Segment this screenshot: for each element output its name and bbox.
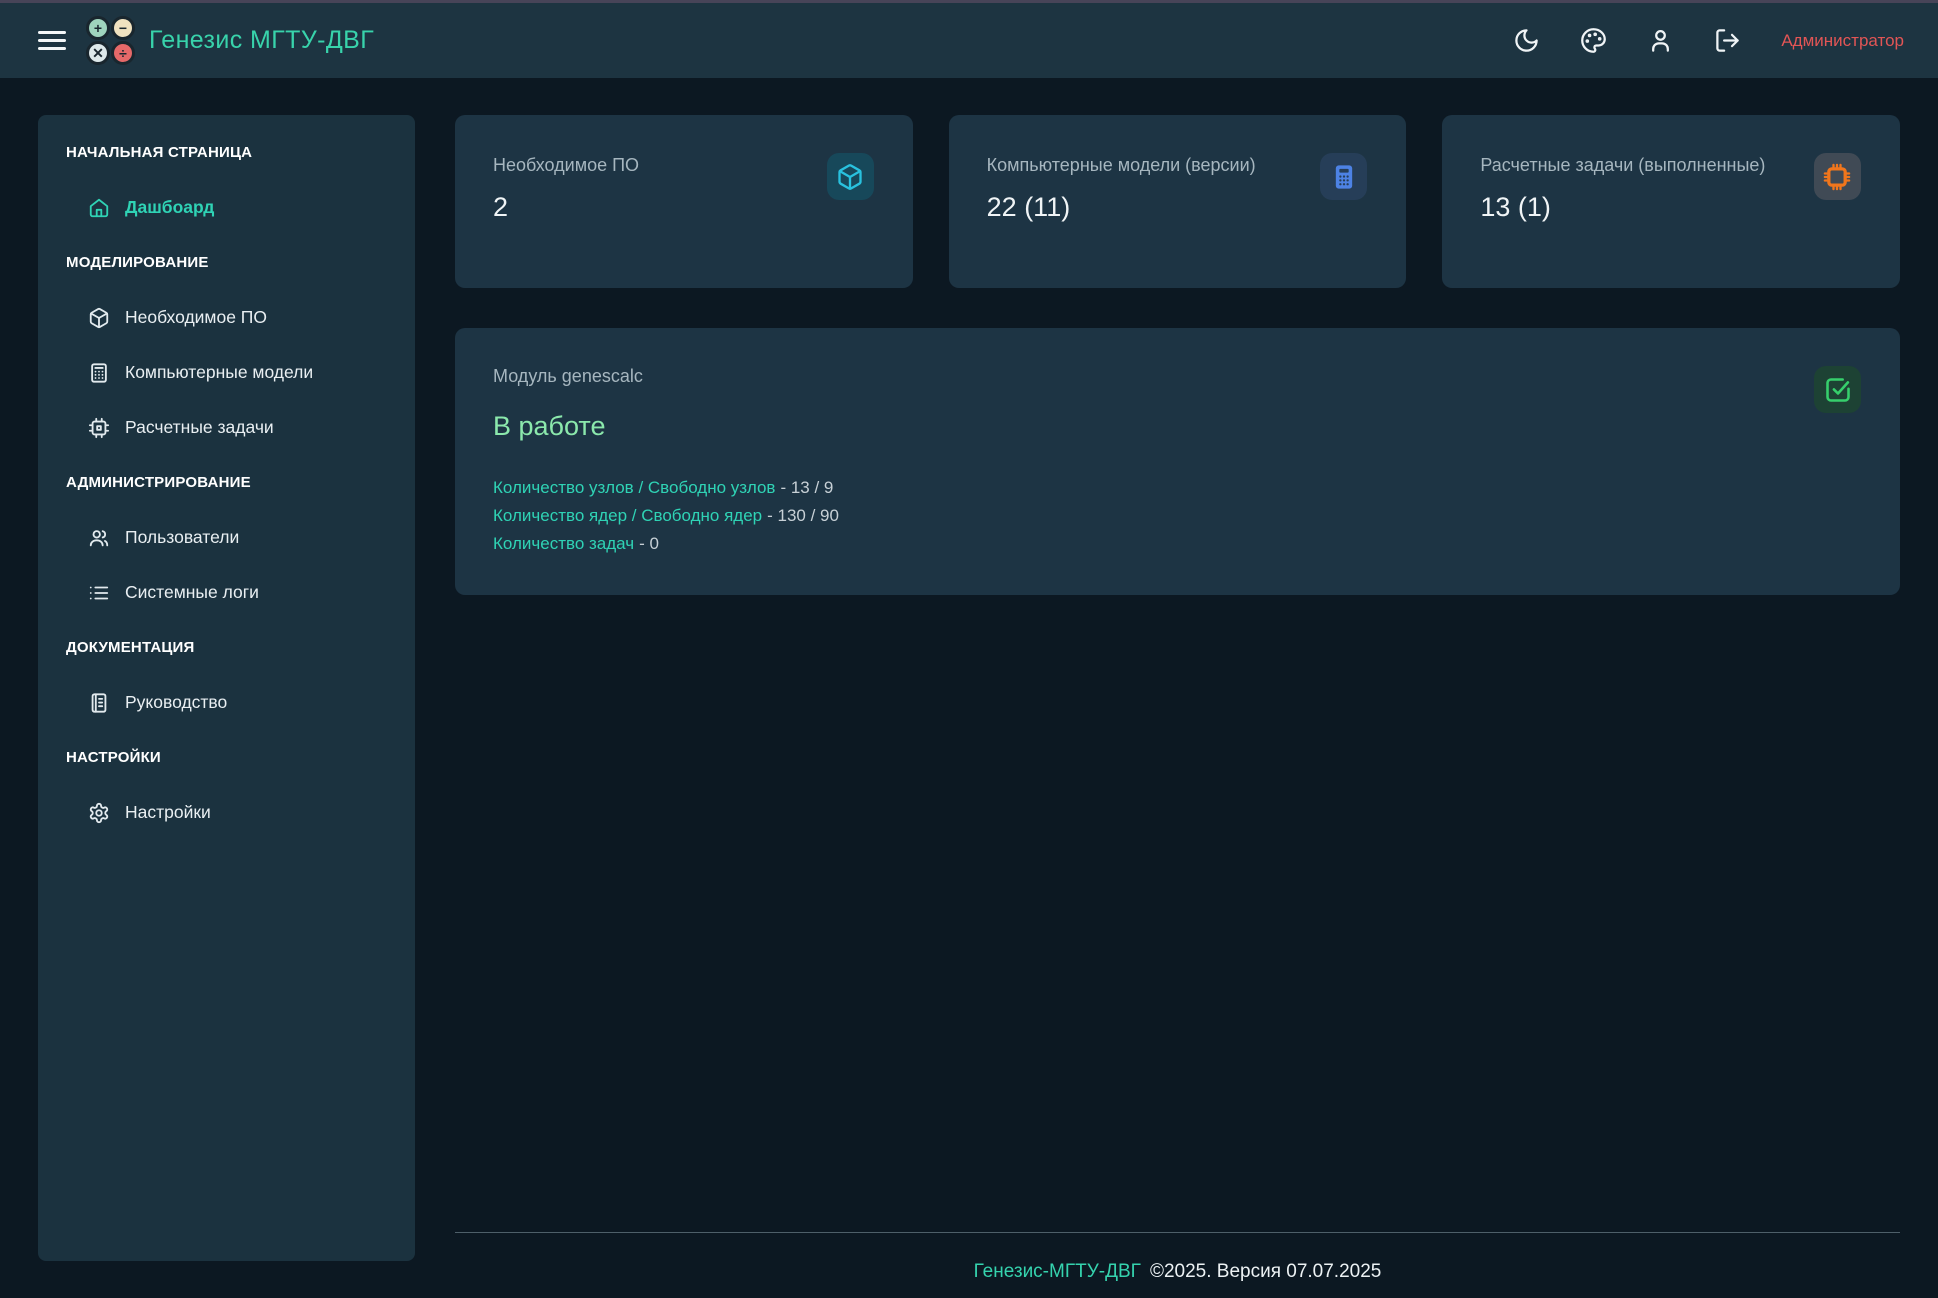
metric-value: - 130 / 90	[767, 506, 839, 525]
sidebar-item-label: Системные логи	[125, 582, 259, 602]
sidebar-item-manual[interactable]: Руководство	[38, 675, 415, 730]
metric-nodes: Количество узлов / Свободно узлов - 13 / …	[493, 474, 1862, 502]
metric-label: Количество ядер / Свободно ядер	[493, 506, 763, 525]
header-actions: Администратор	[1513, 27, 1904, 54]
sidebar-item-tasks[interactable]: Расчетные задачи	[38, 400, 415, 455]
sidebar: НАЧАЛЬНАЯ СТРАНИЦА Дашбоард МОДЕЛИРОВАНИ…	[38, 115, 415, 1261]
sidebar-item-users[interactable]: Пользователи	[38, 510, 415, 565]
calculator-icon	[1320, 153, 1368, 200]
users-icon	[88, 527, 110, 549]
stat-card-value: 22 (11)	[986, 192, 1071, 222]
sidebar-item-dashboard[interactable]: Дашбоард	[38, 180, 415, 235]
sidebar-section-settings: НАСТРОЙКИ	[66, 749, 161, 766]
sidebar-item-label: Настройки	[125, 802, 211, 822]
stats-cards-row: Необходимое ПО 2 Компьютерные модели (ве…	[455, 115, 1900, 288]
stat-card-title: Компьютерные модели (версии)	[986, 155, 1256, 175]
module-status: В работе	[493, 411, 606, 441]
box-icon	[826, 153, 874, 200]
app-logo: + − ✕ ÷	[86, 16, 135, 65]
stat-card-tasks: Расчетные задачи (выполненные) 13 (1)	[1442, 115, 1900, 288]
logo-plus-circle: +	[86, 16, 110, 40]
sidebar-item-label: Дашбоард	[125, 197, 215, 217]
stat-card-software: Необходимое ПО 2	[455, 115, 913, 288]
module-title: Модуль genescalc	[493, 366, 643, 386]
sidebar-section-modeling: МОДЕЛИРОВАНИЕ	[66, 254, 209, 271]
stat-card-value: 2	[493, 192, 509, 222]
footer-brand-link[interactable]: Генезис-МГТУ-ДВГ	[974, 1261, 1141, 1282]
gear-icon	[88, 802, 110, 824]
sidebar-section-home: НАЧАЛЬНАЯ СТРАНИЦА	[66, 144, 253, 161]
stat-card-title: Расчетные задачи (выполненные)	[1480, 155, 1766, 175]
sidebar-item-software[interactable]: Необходимое ПО	[38, 290, 415, 345]
sidebar-section-documentation: ДОКУМЕНТАЦИЯ	[66, 639, 195, 656]
moon-icon[interactable]	[1513, 27, 1540, 54]
footer-copyright: ©2025. Версия 07.07.2025	[1149, 1261, 1382, 1282]
sidebar-item-settings[interactable]: Настройки	[38, 785, 415, 840]
sidebar-item-label: Необходимое ПО	[125, 307, 267, 327]
sidebar-section-administration: АДМИНИСТРИРОВАНИЕ	[66, 474, 251, 491]
cpu-icon	[1813, 153, 1861, 200]
metric-label: Количество узлов / Свободно узлов	[493, 478, 776, 497]
stat-card-title: Необходимое ПО	[493, 155, 640, 175]
logo-divide-circle: ÷	[111, 41, 135, 65]
box-icon	[88, 307, 110, 329]
stat-card-value: 13 (1)	[1480, 192, 1551, 222]
calculator-icon	[88, 362, 110, 384]
logo-multiply-circle: ✕	[86, 41, 110, 65]
book-icon	[88, 692, 110, 714]
metric-cores: Количество ядер / Свободно ядер - 130 / 9…	[493, 502, 1862, 530]
footer: Генезис-МГТУ-ДВГ ©2025. Версия 07.07.2025	[455, 1232, 1900, 1298]
sidebar-item-label: Компьютерные модели	[125, 362, 314, 382]
stat-card-models: Компьютерные модели (версии) 22 (11)	[948, 115, 1407, 288]
sidebar-item-models[interactable]: Компьютерные модели	[38, 345, 415, 400]
list-icon	[88, 582, 110, 604]
module-status-card: Модуль genescalc В работе Количество узл…	[455, 328, 1900, 595]
palette-icon[interactable]	[1580, 27, 1607, 54]
sidebar-item-label: Руководство	[125, 692, 228, 712]
sidebar-item-label: Расчетные задачи	[125, 417, 274, 437]
logo-minus-circle: −	[111, 16, 135, 40]
app-title: Генезис МГТУ-ДВГ	[149, 26, 375, 54]
page-layout: НАЧАЛЬНАЯ СТРАНИЦА Дашбоард МОДЕЛИРОВАНИ…	[0, 78, 1938, 1298]
metric-tasks: Количество задач - 0	[493, 530, 1862, 558]
check-square-icon	[1814, 366, 1861, 413]
cpu-icon	[88, 417, 110, 439]
menu-icon[interactable]	[38, 31, 66, 50]
app-header: + − ✕ ÷ Генезис МГТУ-ДВГ Администратор	[0, 3, 1938, 78]
module-metrics: Количество узлов / Свободно узлов - 13 / …	[493, 474, 1862, 558]
metric-value: - 13 / 9	[780, 478, 834, 497]
home-icon	[88, 197, 110, 219]
main-content: Необходимое ПО 2 Компьютерные модели (ве…	[455, 115, 1900, 1298]
logout-icon[interactable]	[1714, 27, 1741, 54]
user-role-label[interactable]: Администратор	[1781, 31, 1904, 51]
metric-label: Количество задач	[493, 534, 635, 553]
sidebar-item-system-logs[interactable]: Системные логи	[38, 565, 415, 620]
sidebar-item-label: Пользователи	[125, 527, 240, 547]
user-icon[interactable]	[1647, 27, 1674, 54]
metric-value: - 0	[639, 534, 659, 553]
